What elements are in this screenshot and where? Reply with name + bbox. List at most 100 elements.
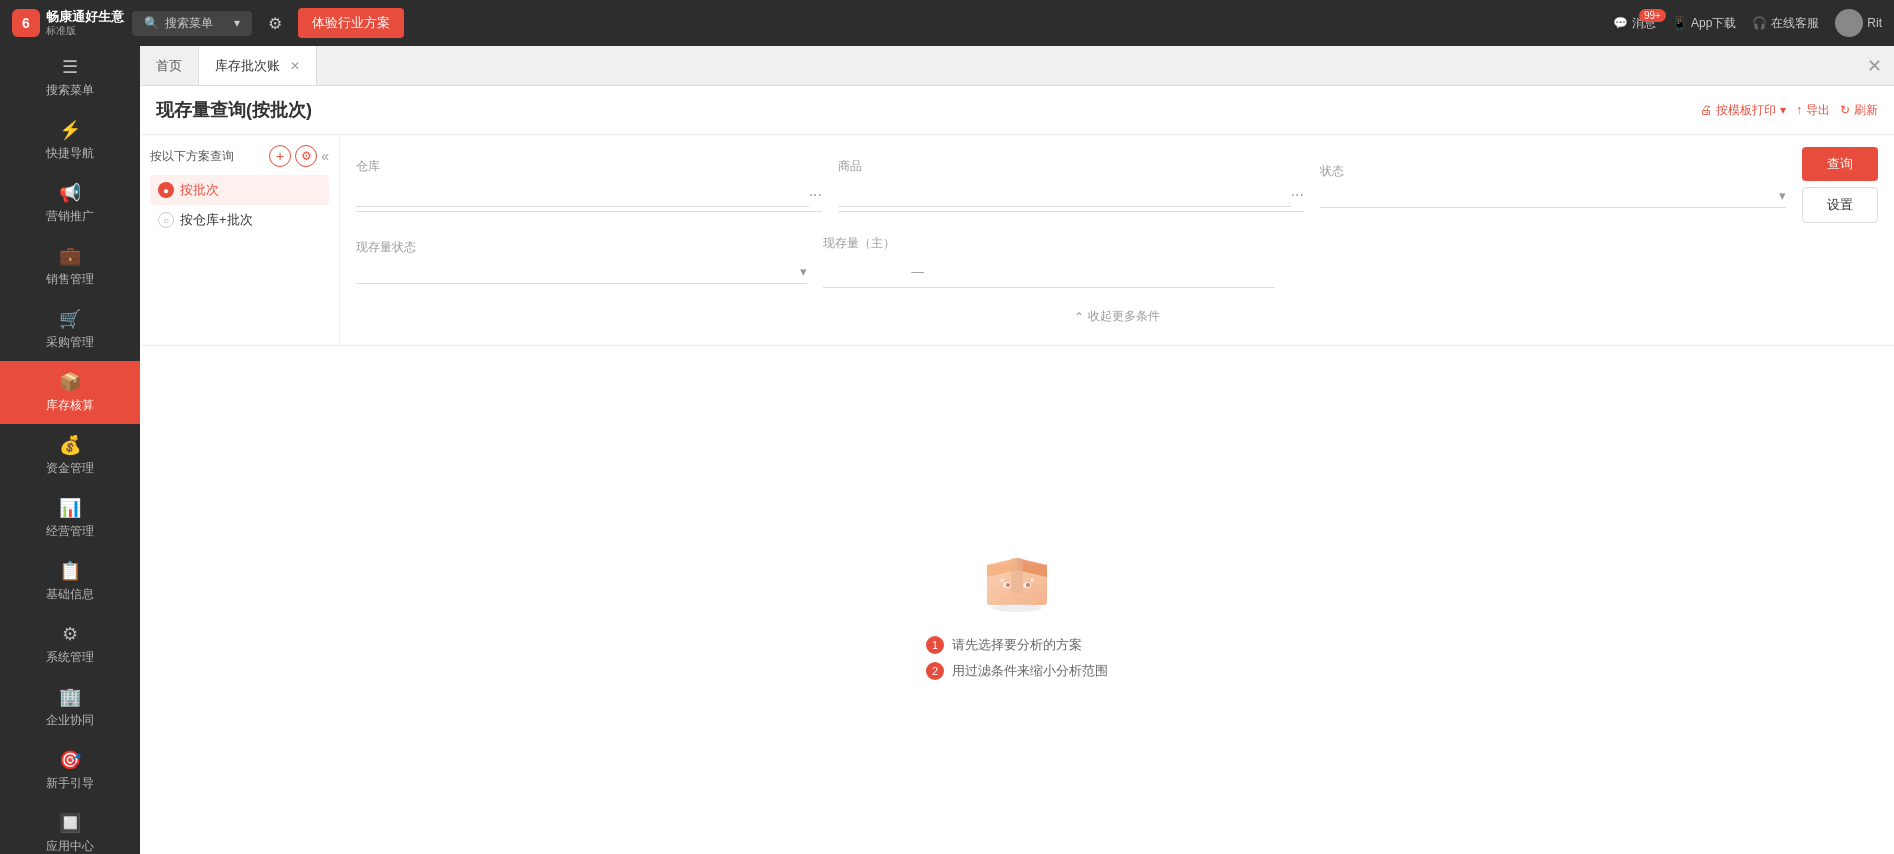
page-header: 现存量查询(按批次) 🖨 按模板打印 ▾ ↑ 导出 ↻ 刷新: [140, 86, 1894, 135]
search-menu-icon: ☰: [62, 56, 78, 78]
filter-row-2: 现存量状态 ▾ 现存量（主） —: [356, 235, 1878, 288]
sidebar-item-purchase[interactable]: 🛒 采购管理: [0, 298, 140, 361]
status-select[interactable]: ▾: [1320, 184, 1786, 208]
stock-status-select[interactable]: ▾: [356, 260, 807, 284]
marketing-icon: 📢: [59, 182, 81, 204]
finance-icon: 💰: [59, 434, 81, 456]
sidebar-item-finance[interactable]: 💰 资金管理: [0, 424, 140, 487]
collapse-up-icon: ⌃: [1074, 310, 1084, 324]
filter-right: 仓库 ··· 商品 ···: [340, 135, 1894, 345]
sidebar-item-search[interactable]: ☰ 搜索菜单: [0, 46, 140, 109]
refresh-icon: ↻: [1840, 103, 1850, 117]
apps-icon: 🔲: [59, 812, 81, 834]
stock-status-label: 现存量状态: [356, 239, 807, 256]
app-name: 畅康通好生意 标准版: [46, 9, 124, 37]
app-download-item[interactable]: 📱 App下载: [1672, 15, 1736, 32]
product-label: 商品: [838, 158, 1304, 175]
scheme-dot-active-icon: ●: [158, 182, 174, 198]
refresh-button[interactable]: ↻ 刷新: [1840, 102, 1878, 119]
svg-point-10: [1026, 583, 1030, 587]
guide-icon: 🎯: [59, 749, 81, 771]
empty-state-illustration: [967, 520, 1067, 620]
svg-point-6: [1030, 578, 1034, 582]
sidebar-item-operations[interactable]: 📊 经营管理: [0, 487, 140, 550]
print-dropdown-icon: ▾: [1780, 103, 1786, 117]
experience-button[interactable]: 体验行业方案: [298, 8, 404, 38]
user-area[interactable]: Rit: [1835, 9, 1882, 37]
empty-state: 1 请先选择要分析的方案 2 用过滤条件来缩小分析范围: [140, 346, 1894, 854]
dropdown-arrow-icon: ▾: [234, 16, 240, 30]
scheme-dot-inactive-icon: ○: [158, 212, 174, 228]
phone-icon: 📱: [1672, 16, 1687, 30]
sidebar-item-sales[interactable]: 💼 销售管理: [0, 235, 140, 298]
search-icon: 🔍: [144, 16, 159, 30]
scheme-add-button[interactable]: +: [269, 145, 291, 167]
content-area: 首页 库存批次账 ✕ ✕ 现存量查询(按批次) 🖨 按模板打印 ▾: [140, 46, 1894, 854]
filter-settings-button[interactable]: 设置: [1802, 187, 1878, 223]
filter-group-product: 商品 ···: [838, 158, 1304, 212]
operations-icon: 📊: [59, 497, 81, 519]
scheme-panel: 按以下方案查询 + ⚙ « ● 按批次 ○ 按仓库+批次: [140, 135, 340, 345]
scheme-collapse-button[interactable]: «: [321, 148, 329, 164]
stock-qty-from-input[interactable]: [823, 260, 903, 283]
sidebar-item-inventory[interactable]: 📦 库存核算: [0, 361, 140, 424]
filter-row-1: 仓库 ··· 商品 ···: [356, 147, 1878, 223]
purchase-icon: 🛒: [59, 308, 81, 330]
sidebar: ☰ 搜索菜单 ⚡ 快捷导航 📢 营销推广 💼 销售管理 🛒 采购管理 📦 库存核…: [0, 46, 140, 854]
tab-home[interactable]: 首页: [140, 46, 199, 85]
export-button[interactable]: ↑ 导出: [1796, 102, 1830, 119]
tip-num-1: 1: [926, 636, 944, 654]
printer-icon: 🖨: [1700, 103, 1712, 117]
scheme-settings-button[interactable]: ⚙: [295, 145, 317, 167]
tab-inventory-batch[interactable]: 库存批次账 ✕: [199, 46, 317, 85]
scheme-item-batch[interactable]: ● 按批次: [150, 175, 329, 205]
product-dots-icon[interactable]: ···: [1291, 186, 1304, 204]
scheme-panel-title: 按以下方案查询: [150, 148, 234, 165]
tabs-close-all-button[interactable]: ✕: [1855, 55, 1894, 77]
header-settings-button[interactable]: ⚙: [260, 10, 290, 37]
sidebar-item-system[interactable]: ⚙ 系统管理: [0, 613, 140, 676]
warehouse-label: 仓库: [356, 158, 822, 175]
page-header-actions: 🖨 按模板打印 ▾ ↑ 导出 ↻ 刷新: [1700, 102, 1878, 119]
sidebar-item-guide[interactable]: 🎯 新手引导: [0, 739, 140, 802]
svg-rect-3: [1011, 558, 1023, 593]
query-button[interactable]: 查询: [1802, 147, 1878, 181]
product-input[interactable]: [838, 183, 1291, 207]
stock-qty-range: —: [823, 256, 1274, 288]
sales-icon: 💼: [59, 245, 81, 267]
sidebar-item-apps[interactable]: 🔲 应用中心: [0, 802, 140, 854]
tab-close-icon[interactable]: ✕: [290, 59, 300, 73]
inventory-icon: 📦: [59, 371, 81, 393]
empty-tips: 1 请先选择要分析的方案 2 用过滤条件来缩小分析范围: [926, 636, 1108, 680]
top-header: 6 畅康通好生意 标准版 🔍 搜索菜单 ▾ ⚙ 体验行业方案 💬 消息 99+ …: [0, 0, 1894, 46]
sidebar-item-marketing[interactable]: 📢 营销推广: [0, 172, 140, 235]
empty-tip-2: 2 用过滤条件来缩小分析范围: [926, 662, 1108, 680]
header-left: 6 畅康通好生意 标准版 🔍 搜索菜单 ▾ ⚙ 体验行业方案: [12, 8, 404, 38]
enterprise-icon: 🏢: [59, 686, 81, 708]
filter-group-status: 状态 ▾: [1320, 163, 1786, 208]
collapse-more-button[interactable]: ⌃ 收起更多条件: [356, 300, 1878, 333]
online-service-item[interactable]: 🎧 在线客服: [1752, 15, 1819, 32]
tip-num-2: 2: [926, 662, 944, 680]
sidebar-item-enterprise[interactable]: 🏢 企业协同: [0, 676, 140, 739]
page-title: 现存量查询(按批次): [156, 98, 312, 122]
warehouse-input[interactable]: [356, 183, 809, 207]
message-badge: 99+: [1639, 9, 1666, 22]
message-item[interactable]: 💬 消息 99+: [1613, 15, 1656, 32]
filter-group-stock-status: 现存量状态 ▾: [356, 239, 807, 284]
sidebar-item-shortcut[interactable]: ⚡ 快捷导航: [0, 109, 140, 172]
avatar: [1835, 9, 1863, 37]
print-button[interactable]: 🖨 按模板打印 ▾: [1700, 102, 1786, 119]
user-name: Rit: [1867, 16, 1882, 30]
basics-icon: 📋: [59, 560, 81, 582]
stock-qty-to-input[interactable]: [932, 260, 1012, 283]
warehouse-dots-icon[interactable]: ···: [809, 186, 822, 204]
status-label: 状态: [1320, 163, 1786, 180]
sidebar-item-basics[interactable]: 📋 基础信息: [0, 550, 140, 613]
main-layout: ☰ 搜索菜单 ⚡ 快捷导航 📢 营销推广 💼 销售管理 🛒 采购管理 📦 库存核…: [0, 46, 1894, 854]
scheme-item-warehouse-batch[interactable]: ○ 按仓库+批次: [150, 205, 329, 235]
header-search[interactable]: 🔍 搜索菜单 ▾: [132, 11, 252, 36]
export-icon: ↑: [1796, 103, 1802, 117]
stock-status-dropdown-icon: ▾: [800, 264, 807, 279]
warehouse-input-wrapper: ···: [356, 179, 822, 212]
